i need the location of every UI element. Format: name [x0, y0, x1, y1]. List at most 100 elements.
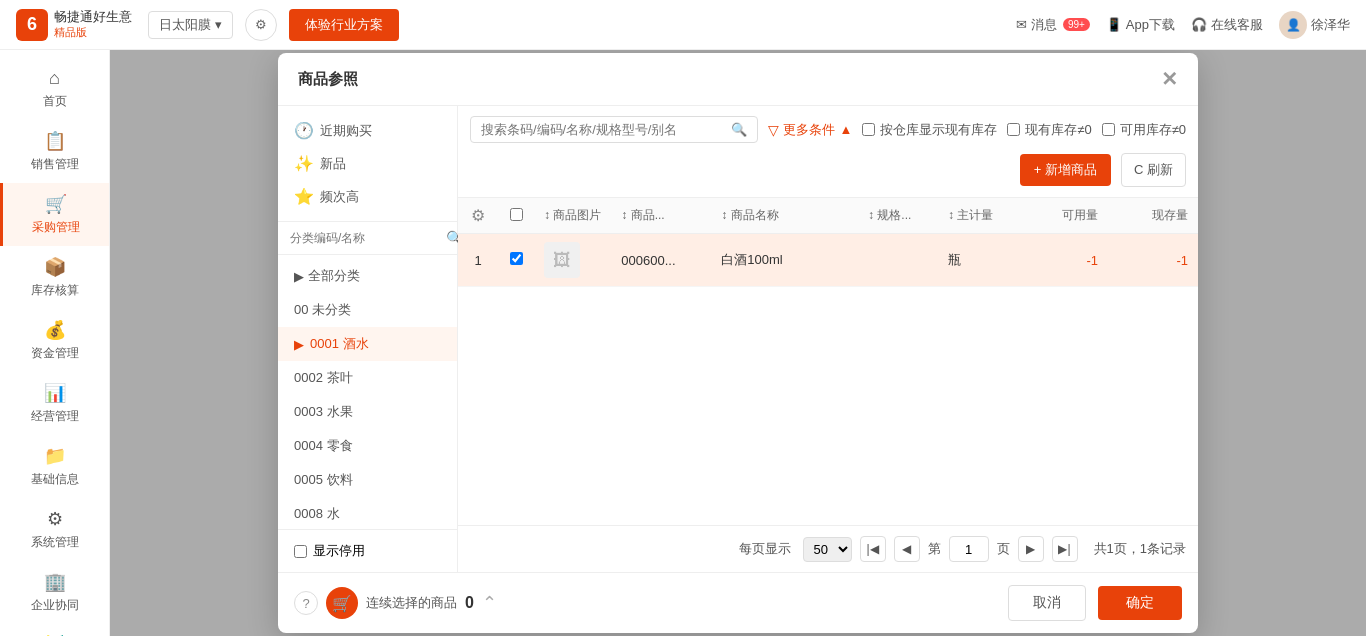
settings-button[interactable]: ⚙: [245, 9, 277, 41]
sidebar-item-inventory[interactable]: 📦 库存核算: [0, 246, 109, 309]
warehouse-filter-checkbox[interactable]: [862, 123, 875, 136]
display-disabled-area: 显示停用: [278, 529, 457, 572]
app-download-button[interactable]: 📱 App下载: [1106, 16, 1175, 34]
cart-label: 连续选择的商品: [366, 594, 457, 612]
right-panel: 🔍 ▽ 更多条件 ▲ 按仓库显示现有库存: [458, 106, 1198, 572]
select-all-checkbox[interactable]: [510, 208, 523, 221]
sidebar-label-system: 系统管理: [31, 534, 79, 551]
category-panel: 🕐 近期购买 ✨ 新品 ⭐ 频次高: [278, 106, 458, 572]
table-row[interactable]: 1 🖼 000600... 白酒100ml: [458, 234, 1198, 287]
stock-filter[interactable]: 现有库存≠0: [1007, 121, 1091, 139]
page-label: 第: [928, 540, 941, 558]
per-page-label: 每页显示: [739, 540, 791, 558]
home-icon: ⌂: [49, 68, 60, 89]
sidebar-item-home[interactable]: ⌂ 首页: [0, 58, 109, 120]
row-code-cell: 000600...: [611, 234, 711, 287]
cat-snack[interactable]: 0004 零食: [278, 429, 457, 463]
modal-close-button[interactable]: ✕: [1161, 67, 1178, 91]
settings-icon[interactable]: ⚙: [471, 207, 485, 224]
product-thumbnail: 🖼: [544, 242, 580, 278]
row-checkbox[interactable]: [510, 252, 523, 265]
star-icon: ⭐: [294, 187, 314, 206]
page-suffix: 页: [997, 540, 1010, 558]
filter-icon: ▽: [768, 122, 779, 138]
stock-filter-checkbox[interactable]: [1007, 123, 1020, 136]
more-filters-button[interactable]: ▽ 更多条件 ▲: [768, 121, 852, 139]
category-search-input[interactable]: [290, 231, 440, 245]
main-layout: ⌂ 首页 📋 销售管理 🛒 采购管理 📦 库存核算 💰 资金管理 📊 经营管理 …: [0, 50, 1366, 636]
top-navigation: 6 畅捷通好生意 精品版 日太阳膜 ▾ ⚙ 体验行业方案 ✉ 消息 99+ 📱 …: [0, 0, 1366, 50]
collapse-footer-button[interactable]: ⌃: [482, 592, 497, 614]
sidebar-item-sales[interactable]: 📋 销售管理: [0, 120, 109, 183]
user-avatar-button[interactable]: 👤 徐泽华: [1279, 11, 1350, 39]
row-image-cell: 🖼: [534, 234, 611, 287]
sidebar-item-basic-info[interactable]: 📁 基础信息: [0, 435, 109, 498]
new-icon: ✨: [294, 154, 314, 173]
inventory-icon: 📦: [44, 256, 66, 278]
sidebar-item-guide[interactable]: 🔰 新手引导: [0, 624, 109, 636]
cat-liquor[interactable]: ▶ 0001 酒水: [278, 327, 457, 361]
cat-uncategorized[interactable]: 00 未分类: [278, 293, 457, 327]
modal-header: 商品参照 ✕: [278, 53, 1198, 106]
display-disabled-checkbox[interactable]: [294, 545, 307, 558]
sidebar-label-purchase: 采购管理: [32, 219, 80, 236]
cancel-button[interactable]: 取消: [1008, 585, 1086, 621]
logo-area: 6 畅捷通好生意 精品版: [16, 9, 136, 41]
cat-fruit[interactable]: 0003 水果: [278, 395, 457, 429]
row-checkbox-cell: [498, 234, 534, 287]
row-unit-cell: 瓶: [938, 234, 1018, 287]
cat-water[interactable]: 0008 水: [278, 497, 457, 529]
refresh-button[interactable]: C 刷新: [1121, 153, 1186, 187]
category-list: ▶ 全部分类 00 未分类 ▶ 0001 酒水 0002 茶: [278, 255, 457, 529]
next-page-button[interactable]: ▶: [1018, 536, 1044, 562]
cat-beverage[interactable]: 0005 饮料: [278, 463, 457, 497]
online-service-button[interactable]: 🎧 在线客服: [1191, 16, 1263, 34]
sidebar-label-home: 首页: [43, 93, 67, 110]
page-number-input[interactable]: 1: [949, 536, 989, 562]
product-search-input[interactable]: [481, 122, 725, 137]
chevron-down-icon: ▾: [215, 17, 222, 32]
quick-recent[interactable]: 🕐 近期购买: [278, 114, 457, 147]
per-page-select[interactable]: 50: [803, 537, 852, 562]
col-avail-header: 可用量: [1018, 198, 1108, 234]
messages-button[interactable]: ✉ 消息 99+: [1016, 16, 1090, 34]
cat-tea[interactable]: 0002 茶叶: [278, 361, 457, 395]
display-disabled-label[interactable]: 显示停用: [313, 542, 365, 560]
prev-page-button[interactable]: ◀: [894, 536, 920, 562]
sidebar: ⌂ 首页 📋 销售管理 🛒 采购管理 📦 库存核算 💰 资金管理 📊 经营管理 …: [0, 50, 110, 636]
add-product-button[interactable]: + 新增商品: [1020, 154, 1111, 186]
product-table-area: ⚙ ↕ 商品图片: [458, 198, 1198, 525]
row-spec-cell: [858, 234, 938, 287]
avail-filter[interactable]: 可用库存≠0: [1102, 121, 1186, 139]
sidebar-item-enterprise[interactable]: 🏢 企业协同: [0, 561, 109, 624]
quick-new[interactable]: ✨ 新品: [278, 147, 457, 180]
sidebar-item-operations[interactable]: 📊 经营管理: [0, 372, 109, 435]
confirm-button[interactable]: 确定: [1098, 586, 1182, 620]
sidebar-item-finance[interactable]: 💰 资金管理: [0, 309, 109, 372]
row-num: 1: [458, 234, 498, 287]
category-search: 🔍: [278, 222, 457, 255]
first-page-button[interactable]: |◀: [860, 536, 886, 562]
search-icon[interactable]: 🔍: [731, 122, 747, 137]
sidebar-item-system[interactable]: ⚙ 系统管理: [0, 498, 109, 561]
avail-filter-checkbox[interactable]: [1102, 123, 1115, 136]
operations-icon: 📊: [44, 382, 66, 404]
help-icon[interactable]: ?: [294, 591, 318, 615]
col-checkbox: [498, 198, 534, 234]
col-name-header: ↕ 商品名称: [711, 198, 858, 234]
cat-all[interactable]: ▶ 全部分类: [278, 259, 457, 293]
store-selector[interactable]: 日太阳膜 ▾: [148, 11, 233, 39]
col-code-header: ↕ 商品...: [611, 198, 711, 234]
product-table: ⚙ ↕ 商品图片: [458, 198, 1198, 287]
sidebar-label-sales: 销售管理: [31, 156, 79, 173]
trial-button[interactable]: 体验行业方案: [289, 9, 399, 41]
sidebar-label-finance: 资金管理: [31, 345, 79, 362]
sidebar-item-purchase[interactable]: 🛒 采购管理: [0, 183, 109, 246]
col-settings: ⚙: [458, 198, 498, 234]
logo-text: 畅捷通好生意 精品版: [54, 9, 132, 41]
last-page-button[interactable]: ▶|: [1052, 536, 1078, 562]
clock-icon: 🕐: [294, 121, 314, 140]
sidebar-label-enterprise: 企业协同: [31, 597, 79, 614]
warehouse-filter[interactable]: 按仓库显示现有库存: [862, 121, 997, 139]
quick-frequent[interactable]: ⭐ 频次高: [278, 180, 457, 213]
